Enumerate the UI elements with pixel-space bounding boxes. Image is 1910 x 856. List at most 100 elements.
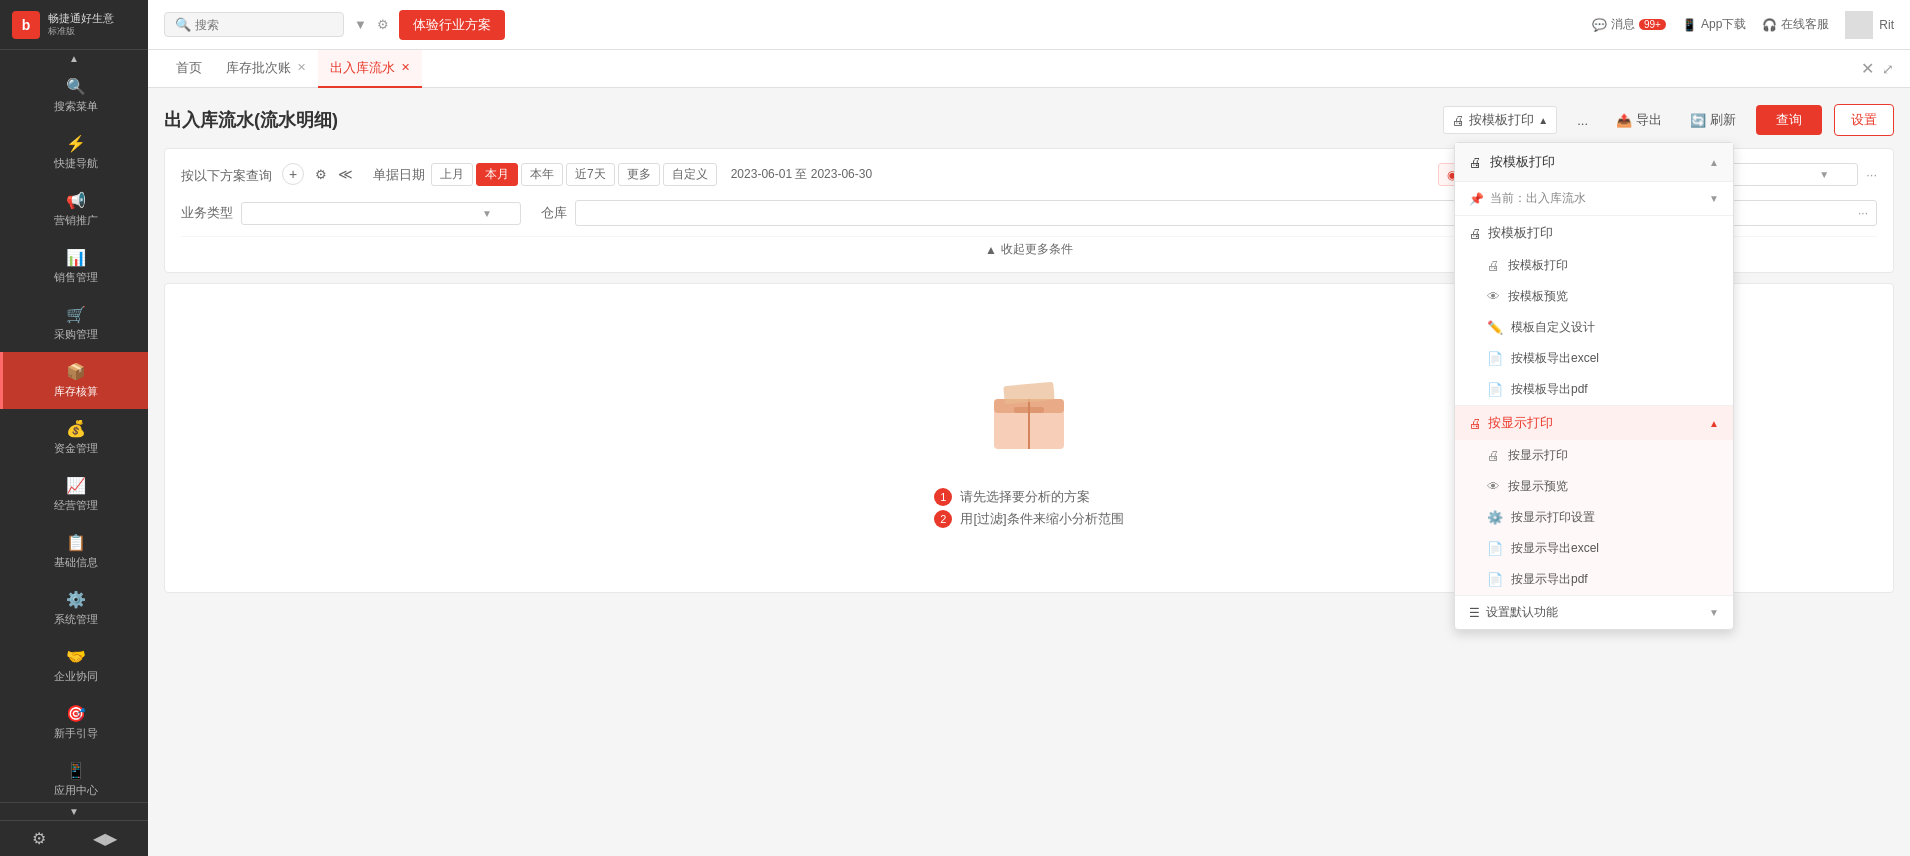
date-filter-group: 单据日期 上月 本月 本年 近7天 更多 自定义 2023-06-01 至 20… <box>373 163 1438 190</box>
display-item-2[interactable]: ⚙️ 按显示打印设置 <box>1455 502 1733 533</box>
sidebar-item-system[interactable]: ⚙️ 系统管理 <box>0 580 148 637</box>
display-item-0[interactable]: 🖨 按显示打印 <box>1455 440 1733 471</box>
template-section-header[interactable]: 🖨 按模板打印 <box>1455 216 1733 250</box>
filter-label: 按以下方案查询 <box>181 163 272 185</box>
template-item-1[interactable]: 👁 按模板预览 <box>1455 281 1733 312</box>
message-label: 消息 <box>1611 16 1635 33</box>
sidebar-bottom: ⚙ ◀▶ <box>0 820 148 856</box>
sidebar-item-search[interactable]: 🔍 搜索菜单 <box>0 67 148 124</box>
date-btn-more[interactable]: 更多 <box>618 163 660 186</box>
date-btn-this-month[interactable]: 本月 <box>476 163 518 186</box>
tab-batch-account[interactable]: 库存批次账 ✕ <box>214 50 318 88</box>
current-icon: 📌 <box>1469 192 1484 206</box>
sidebar-item-quick-nav[interactable]: ⚡ 快捷导航 <box>0 124 148 181</box>
display-item-label-2: 按显示打印设置 <box>1511 509 1595 526</box>
footer-label: ☰ 设置默认功能 <box>1469 604 1558 621</box>
template-item-label-0: 按模板打印 <box>1508 257 1568 274</box>
template-label-text: 按模板打印 <box>1488 224 1553 242</box>
topbar-settings-icon[interactable]: ⚙ <box>377 17 389 32</box>
online-service-btn[interactable]: 🎧 在线客服 <box>1762 16 1829 33</box>
tab-window-controls: ✕ ⤢ <box>1861 59 1894 78</box>
template-item-0[interactable]: 🖨 按模板打印 <box>1455 250 1733 281</box>
template-item-4[interactable]: 📄 按模板导出pdf <box>1455 374 1733 405</box>
date-btn-last-month[interactable]: 上月 <box>431 163 473 186</box>
sidebar-item-app-center[interactable]: 📱 应用中心 <box>0 751 148 802</box>
sidebar-item-marketing[interactable]: 📢 营销推广 <box>0 181 148 238</box>
sidebar-scroll-up[interactable]: ▲ <box>0 50 148 67</box>
step-num-2: 2 <box>934 510 952 528</box>
dropdown-footer[interactable]: ☰ 设置默认功能 ▼ <box>1455 596 1733 629</box>
headset-icon: 🎧 <box>1762 18 1777 32</box>
sidebar-scroll-down[interactable]: ▼ <box>0 802 148 820</box>
industry-btn[interactable]: 体验行业方案 <box>399 10 505 40</box>
sidebar: b 畅捷通好生意 标准版 ▲ 🔍 搜索菜单 ⚡ 快捷导航 📢 营销推广 📊 <box>0 0 148 856</box>
app-download-btn[interactable]: 📱 App下载 <box>1682 16 1746 33</box>
display-item-4[interactable]: 📄 按显示导出pdf <box>1455 564 1733 595</box>
empty-hints: 1 请先选择要分析的方案 2 用[过滤]条件来缩小分析范围 <box>934 484 1123 532</box>
sidebar-item-corp-collab[interactable]: 🤝 企业协同 <box>0 637 148 694</box>
sidebar-item-beginner[interactable]: 🎯 新手引导 <box>0 694 148 751</box>
search-input[interactable] <box>195 18 325 32</box>
sidebar-item-label: 基础信息 <box>54 555 98 570</box>
template-item-2[interactable]: ✏️ 模板自定义设计 <box>1455 312 1733 343</box>
filter-collapse-btn[interactable]: ≪ <box>338 166 353 182</box>
refresh-btn[interactable]: 🔄 刷新 <box>1682 107 1744 133</box>
display-item-icon-3: 📄 <box>1487 541 1503 556</box>
tab-batch-account-close[interactable]: ✕ <box>297 61 306 74</box>
query-btn[interactable]: 查询 <box>1756 105 1822 135</box>
doc-type-more[interactable]: ··· <box>1866 167 1877 182</box>
warehouse-label: 仓库 <box>541 204 567 222</box>
setting-btn[interactable]: 设置 <box>1834 104 1894 136</box>
username: Rit <box>1879 18 1894 32</box>
date-btn-this-year[interactable]: 本年 <box>521 163 563 186</box>
display-item-label-1: 按显示预览 <box>1508 478 1568 495</box>
message-icon: 💬 <box>1592 18 1607 32</box>
date-range-text: 2023-06-01 至 2023-06-30 <box>731 166 872 183</box>
export-btn[interactable]: 📤 导出 <box>1608 107 1670 133</box>
template-item-icon-0: 🖨 <box>1487 258 1500 273</box>
display-icon: 🖨 <box>1469 416 1482 431</box>
sidebar-item-finance[interactable]: 💰 资金管理 <box>0 409 148 466</box>
filter-settings-btn[interactable]: ⚙ <box>310 163 332 185</box>
display-item-1[interactable]: 👁 按显示预览 <box>1455 471 1733 502</box>
display-item-icon-1: 👁 <box>1487 479 1500 494</box>
user-avatar-area[interactable]: Rit <box>1845 11 1894 39</box>
sidebar-item-inventory[interactable]: 📦 库存核算 <box>0 352 148 409</box>
tab-flow[interactable]: 出入库流水 ✕ <box>318 50 422 88</box>
dropdown-current[interactable]: 📌 当前：出入库流水 ▼ <box>1455 182 1733 216</box>
print-icon: 🖨 <box>1452 113 1465 128</box>
biz-type-select[interactable]: ▼ <box>241 202 521 225</box>
sidebar-item-label: 库存核算 <box>54 384 98 399</box>
tab-close-icon[interactable]: ✕ <box>1861 59 1874 78</box>
sidebar-item-label: 新手引导 <box>54 726 98 741</box>
display-chevron-icon: ▲ <box>1709 418 1719 429</box>
date-btn-7days[interactable]: 近7天 <box>566 163 615 186</box>
topbar-left: 🔍 ▼ ⚙ 体验行业方案 <box>164 10 505 40</box>
topbar-dropdown-icon[interactable]: ▼ <box>354 17 367 32</box>
sidebar-item-operations[interactable]: 📈 经营管理 <box>0 466 148 523</box>
filter-add-btn[interactable]: + <box>282 163 304 185</box>
display-section: 🖨 按显示打印 ▲ 🖨 按显示打印 👁 按显 <box>1455 406 1733 596</box>
tab-home[interactable]: 首页 <box>164 50 214 88</box>
search-nav-icon: 🔍 <box>66 77 86 96</box>
sidebar-item-purchase[interactable]: 🛒 采购管理 <box>0 295 148 352</box>
date-btn-custom[interactable]: 自定义 <box>663 163 717 186</box>
sidebar-item-basic-info[interactable]: 📋 基础信息 <box>0 523 148 580</box>
dropdown-header[interactable]: 🖨 按模板打印 ▲ <box>1455 143 1733 182</box>
display-section-header[interactable]: 🖨 按显示打印 ▲ <box>1455 406 1733 440</box>
settings-icon[interactable]: ⚙ <box>32 829 46 848</box>
display-section-label: 🖨 按显示打印 <box>1469 414 1553 432</box>
template-item-3[interactable]: 📄 按模板导出excel <box>1455 343 1733 374</box>
print-template-btn[interactable]: 🖨 按模板打印 ▲ <box>1443 106 1557 134</box>
tab-expand-icon[interactable]: ⤢ <box>1882 61 1894 77</box>
display-item-3[interactable]: 📄 按显示导出excel <box>1455 533 1733 564</box>
dropdown-current-label: 📌 当前：出入库流水 <box>1469 190 1586 207</box>
tab-flow-close[interactable]: ✕ <box>401 61 410 74</box>
sidebar-item-sales[interactable]: 📊 销售管理 <box>0 238 148 295</box>
template-item-icon-2: ✏️ <box>1487 320 1503 335</box>
current-chevron: ▼ <box>1709 193 1719 204</box>
message-btn[interactable]: 💬 消息 99+ <box>1592 16 1666 33</box>
collapse-sidebar-icon[interactable]: ◀▶ <box>93 829 117 848</box>
sidebar-item-label: 快捷导航 <box>54 156 98 171</box>
more-btn[interactable]: ... <box>1569 109 1596 132</box>
